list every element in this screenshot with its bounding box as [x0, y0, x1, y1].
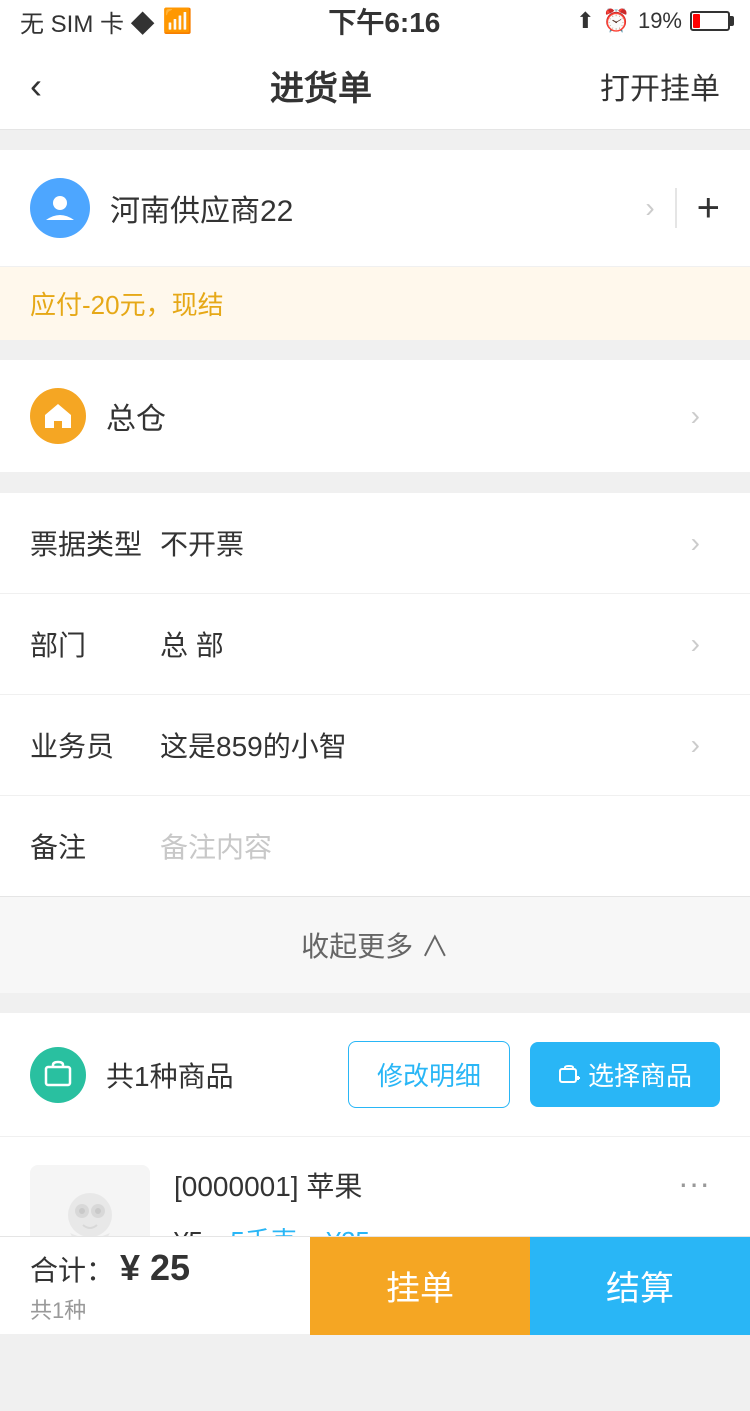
- form-section: 票据类型 不开票 › 部门 总 部 › 业务员 这是859的小智 › 备注 备注…: [0, 492, 750, 993]
- remark-input[interactable]: 备注内容: [160, 826, 720, 866]
- section-gap-2: [0, 340, 750, 360]
- cart-icon: [42, 1059, 74, 1091]
- person-icon: [44, 192, 76, 224]
- section-gap-1: [0, 130, 750, 150]
- invoice-label: 票据类型: [30, 523, 160, 563]
- open-hang-button[interactable]: 打开挂单: [600, 64, 720, 108]
- sim-status: 无 SIM 卡 ◆: [20, 4, 155, 39]
- total-amount: 合计： ¥ 25: [30, 1247, 280, 1289]
- product-name: [0000001] 苹果: [174, 1165, 668, 1205]
- sales-label: 业务员: [30, 725, 160, 765]
- invoice-value: 不开票: [160, 523, 691, 563]
- warehouse-icon: [30, 388, 86, 444]
- dept-chevron-icon: ›: [691, 628, 700, 660]
- edit-detail-button[interactable]: 修改明细: [348, 1041, 510, 1108]
- payment-notice: 应付-20元，现结: [0, 267, 750, 340]
- status-bar: 无 SIM 卡 ◆ 📶 下午6:16 ⬆ ⏰ 19%: [0, 0, 750, 42]
- warehouse-section[interactable]: 总仓 ›: [0, 360, 750, 472]
- invoice-row[interactable]: 票据类型 不开票 ›: [0, 492, 750, 593]
- section-gap-3: [0, 472, 750, 492]
- status-bar-left: 无 SIM 卡 ◆ 📶: [20, 4, 193, 39]
- chevron-right-icon: ›: [645, 192, 654, 224]
- status-time: 下午6:16: [328, 1, 440, 41]
- add-supplier-button[interactable]: +: [697, 188, 720, 228]
- select-product-button[interactable]: 选择商品: [530, 1042, 720, 1107]
- remark-label: 备注: [30, 826, 160, 866]
- separator: [675, 188, 677, 228]
- total-info: 合计： ¥ 25 共1种: [0, 1247, 310, 1325]
- total-label: 合计：: [30, 1249, 114, 1289]
- product-more-button[interactable]: ···: [668, 1165, 720, 1202]
- total-sub: 共1种: [30, 1293, 280, 1325]
- dept-label: 部门: [30, 624, 160, 664]
- warehouse-row[interactable]: 总仓 ›: [0, 360, 750, 472]
- warehouse-name: 总仓: [106, 394, 691, 438]
- dept-row[interactable]: 部门 总 部 ›: [0, 593, 750, 694]
- alarm-icon: ⏰: [603, 8, 630, 34]
- location-icon: ⬆: [576, 8, 594, 34]
- select-product-label: 选择商品: [588, 1056, 692, 1093]
- invoice-chevron-icon: ›: [691, 527, 700, 559]
- page-title: 进货单: [270, 61, 372, 110]
- total-value: ¥ 25: [120, 1247, 190, 1289]
- footer-bar: 合计： ¥ 25 共1种 挂单 结算: [0, 1236, 750, 1334]
- collapse-button[interactable]: 收起更多 ∧: [0, 896, 750, 993]
- sales-value: 这是859的小智: [160, 725, 691, 765]
- supplier-name: 河南供应商22: [110, 186, 645, 230]
- supplier-row[interactable]: 河南供应商22 › +: [0, 150, 750, 267]
- battery-icon: [690, 11, 730, 31]
- wifi-icon: 📶: [163, 7, 193, 36]
- home-icon: [43, 401, 73, 431]
- sales-row[interactable]: 业务员 这是859的小智 ›: [0, 694, 750, 795]
- supplier-avatar: [30, 178, 90, 238]
- sales-chevron-icon: ›: [691, 729, 700, 761]
- cart-add-icon: [558, 1064, 580, 1086]
- product-header: 共1种商品 修改明细 选择商品: [0, 1013, 750, 1136]
- warehouse-chevron-icon: ›: [691, 400, 700, 432]
- battery-percent: 19%: [638, 8, 682, 34]
- product-title: 苹果: [306, 1171, 362, 1202]
- nav-bar: ‹ 进货单 打开挂单: [0, 42, 750, 130]
- hang-order-button[interactable]: 挂单: [310, 1237, 530, 1335]
- checkout-button[interactable]: 结算: [530, 1237, 750, 1335]
- remark-row[interactable]: 备注 备注内容: [0, 795, 750, 896]
- back-button[interactable]: ‹: [30, 65, 42, 107]
- product-code: [0000001]: [174, 1171, 299, 1202]
- section-gap-4: [0, 993, 750, 1013]
- supplier-section: 河南供应商22 › + 应付-20元，现结: [0, 150, 750, 340]
- dept-value: 总 部: [160, 624, 691, 664]
- product-count-icon: [30, 1047, 86, 1103]
- product-count-text: 共1种商品: [106, 1055, 348, 1095]
- status-bar-right: ⬆ ⏰ 19%: [576, 8, 730, 34]
